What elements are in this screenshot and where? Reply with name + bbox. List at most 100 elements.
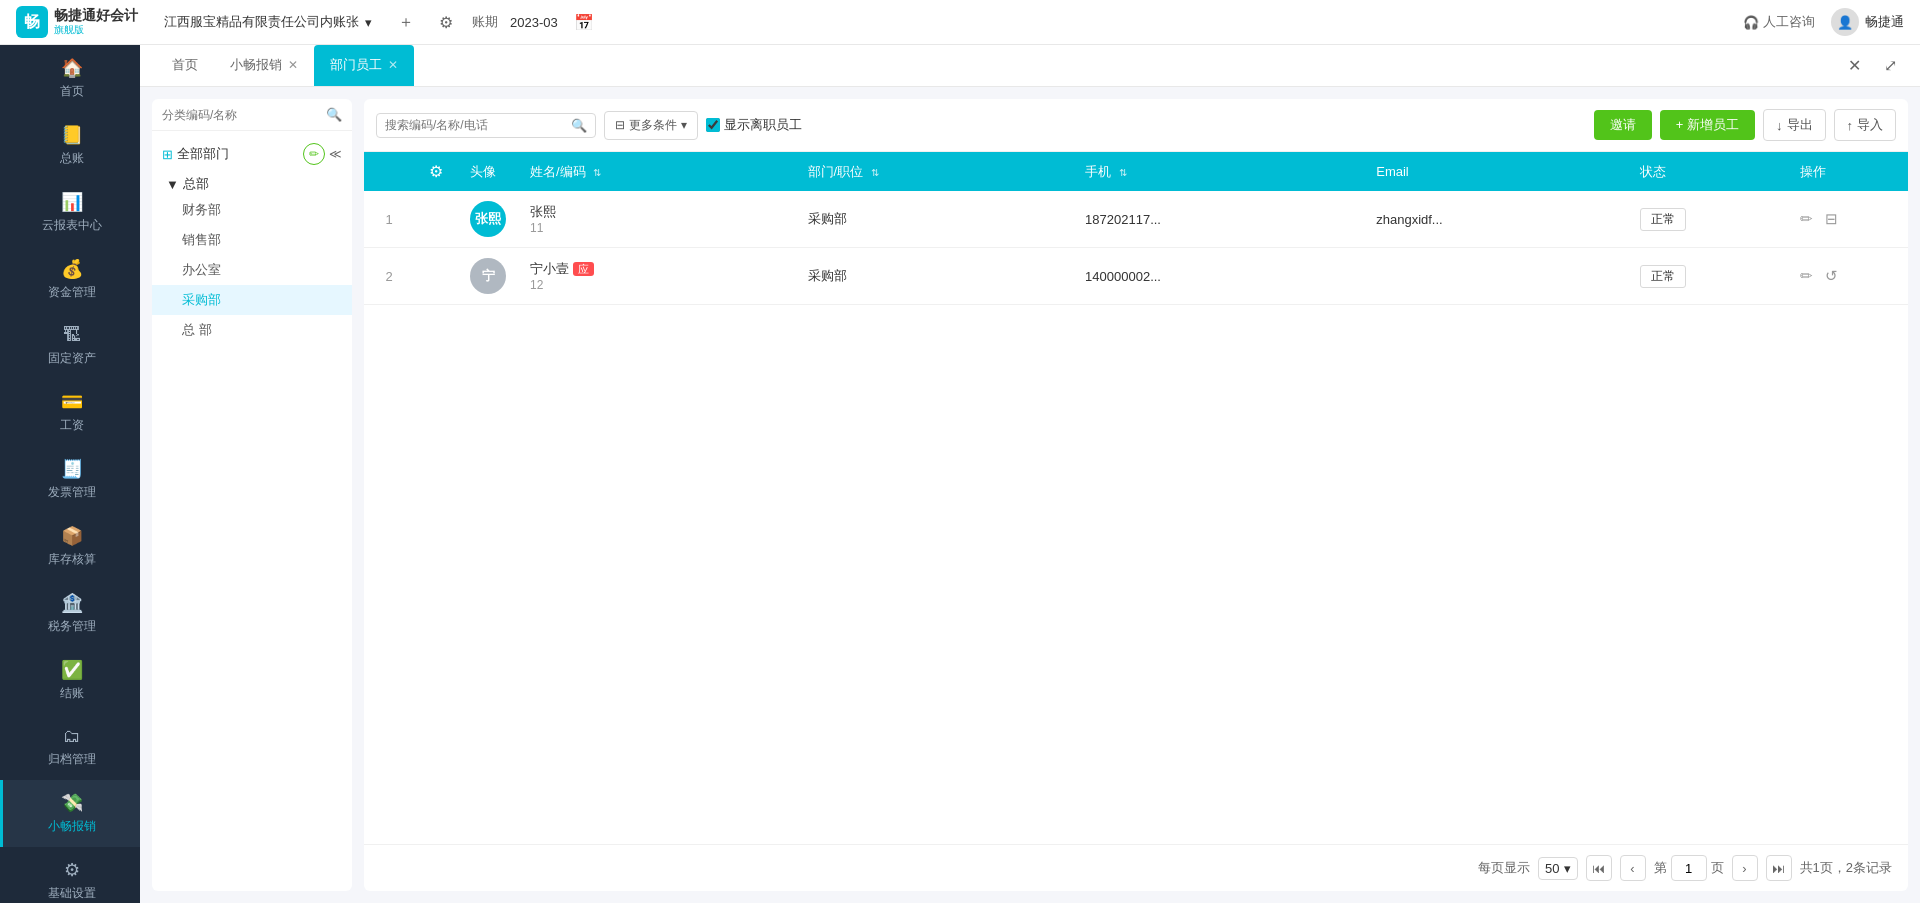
dept-caiwu[interactable]: 财务部 <box>152 195 352 225</box>
export-button[interactable]: ↓ 导出 <box>1763 109 1826 141</box>
export-label: 导出 <box>1787 116 1813 134</box>
sidebar-item-expense[interactable]: 💸 小畅报销 <box>0 780 140 847</box>
settings-button[interactable]: ⚙ <box>432 8 460 36</box>
user-area[interactable]: 👤 畅捷通 <box>1831 8 1904 36</box>
dept-zongbu-sub[interactable]: 总 部 <box>152 315 352 345</box>
page-size-select[interactable]: 50 ▾ <box>1538 857 1577 880</box>
import-button[interactable]: ↑ 导入 <box>1834 109 1897 141</box>
tab-dept[interactable]: 部门员工 ✕ <box>314 45 414 86</box>
archive-icon: 🗂 <box>63 726 81 747</box>
sidebar-item-salary[interactable]: 💳 工资 <box>0 379 140 446</box>
reports-icon: 📊 <box>61 191 83 213</box>
col-phone[interactable]: 手机 ⇅ <box>1073 152 1364 191</box>
dept-edit-button[interactable]: ✏ <box>303 143 325 165</box>
tab-dept-label: 部门员工 <box>330 56 382 74</box>
sidebar-item-reports[interactable]: 📊 云报表中心 <box>0 179 140 246</box>
company-selector[interactable]: 江西服宝精品有限责任公司内账张 ▾ <box>156 9 380 35</box>
sidebar-item-settings[interactable]: ⚙ 基础设置 <box>0 847 140 903</box>
tab-expense-close[interactable]: ✕ <box>288 58 298 72</box>
avatar: 宁 <box>470 258 506 294</box>
dept-grid-icon: ⊞ <box>162 147 173 162</box>
dept-collapse-button[interactable]: ≪ <box>329 147 342 161</box>
more-icon[interactable]: ⊟ <box>1825 210 1838 228</box>
sidebar-item-assets[interactable]: 🏗 固定资产 <box>0 313 140 379</box>
tab-expand-button[interactable]: ⤢ <box>1876 52 1904 80</box>
table-row: 2 宁 宁小壹应 12 采购部 140000002... 正常 ✏ ↺ <box>364 248 1908 305</box>
import-icon: ↑ <box>1847 118 1854 133</box>
more-icon[interactable]: ↺ <box>1825 267 1838 285</box>
sidebar-item-ledger[interactable]: 📒 总账 <box>0 112 140 179</box>
dept-all-button[interactable]: ⊞ 全部部门 ✏ ≪ <box>152 137 352 171</box>
filter-icon: ⊟ <box>615 118 625 132</box>
sidebar-item-home[interactable]: 🏠 首页 <box>0 45 140 112</box>
sidebar-item-inventory[interactable]: 📦 库存核算 <box>0 513 140 580</box>
dept-group-zongbu[interactable]: ▼ 总部 <box>152 171 352 195</box>
dept-search-icon[interactable]: 🔍 <box>326 107 342 122</box>
col-name[interactable]: 姓名/编码 ⇅ <box>518 152 796 191</box>
sort-name-icon: ⇅ <box>593 167 601 178</box>
sidebar-label-tax: 税务管理 <box>48 618 96 635</box>
edit-icon[interactable]: ✏ <box>1800 267 1813 285</box>
tab-dept-close[interactable]: ✕ <box>388 58 398 72</box>
dept-search-input[interactable] <box>162 108 320 122</box>
sidebar-label-settings: 基础设置 <box>48 885 96 902</box>
page-total: 共1页，2条记录 <box>1800 859 1892 877</box>
tab-expense[interactable]: 小畅报销 ✕ <box>214 45 314 86</box>
table-header-row: ⚙ 头像 姓名/编码 ⇅ 部门/职位 ⇅ 手机 ⇅ <box>364 152 1908 191</box>
column-config-button[interactable]: ⚙ <box>429 162 443 181</box>
employee-search-icon[interactable]: 🔍 <box>571 118 587 133</box>
show-resigned-label[interactable]: 显示离职员工 <box>706 116 802 134</box>
top-center: ＋ ⚙ 账期 2023-03 📅 <box>392 8 598 36</box>
dropdown-icon: ▾ <box>365 15 372 30</box>
status-badge: 正常 <box>1640 265 1686 288</box>
assets-icon: 🏗 <box>63 325 81 346</box>
service-button[interactable]: 🎧 人工咨询 <box>1743 13 1815 31</box>
employee-search-input[interactable] <box>385 118 565 132</box>
dept-tree: ⊞ 全部部门 ✏ ≪ ▼ 总部 财务部 销 <box>152 131 352 891</box>
col-gear[interactable]: ⚙ <box>414 152 458 191</box>
dept-panel: 🔍 ⊞ 全部部门 ✏ ≪ ▼ 总部 财 <box>152 99 352 891</box>
sidebar-label-salary: 工资 <box>60 417 84 434</box>
tab-home[interactable]: 首页 <box>156 45 214 86</box>
cell-avatar: 宁 <box>458 248 518 305</box>
sidebar-item-archive[interactable]: 🗂 归档管理 <box>0 714 140 780</box>
tab-close-all-button[interactable]: ✕ <box>1840 52 1868 80</box>
invite-button[interactable]: 邀请 <box>1594 110 1652 140</box>
sidebar-item-checkout[interactable]: ✅ 结账 <box>0 647 140 714</box>
page-number-input[interactable] <box>1671 855 1707 881</box>
tab-home-label: 首页 <box>172 56 198 74</box>
next-page-button[interactable]: › <box>1732 855 1758 881</box>
cell-status: 正常 <box>1628 248 1788 305</box>
tab-bar-actions: ✕ ⤢ <box>1840 45 1904 86</box>
edit-icon[interactable]: ✏ <box>1800 210 1813 228</box>
page-size-value: 50 <box>1545 861 1559 876</box>
expense-icon: 💸 <box>61 792 83 814</box>
sidebar-item-funds[interactable]: 💰 资金管理 <box>0 246 140 313</box>
dept-xiaoshou[interactable]: 销售部 <box>152 225 352 255</box>
prev-page-button[interactable]: ‹ <box>1620 855 1646 881</box>
sidebar: 🏠 首页 📒 总账 📊 云报表中心 💰 资金管理 🏗 固定资产 💳 工资 🧾 发… <box>0 45 140 903</box>
col-no <box>364 152 414 191</box>
first-page-button[interactable]: ⏮ <box>1586 855 1612 881</box>
cell-avatar: 张熙 <box>458 191 518 248</box>
add-button[interactable]: ＋ <box>392 8 420 36</box>
show-resigned-checkbox[interactable] <box>706 118 720 132</box>
col-dept[interactable]: 部门/职位 ⇅ <box>796 152 1074 191</box>
sidebar-item-invoice[interactable]: 🧾 发票管理 <box>0 446 140 513</box>
page-body: 🔍 ⊞ 全部部门 ✏ ≪ ▼ 总部 财 <box>140 87 1920 903</box>
dept-bangongshi[interactable]: 办公室 <box>152 255 352 285</box>
export-icon: ↓ <box>1776 118 1783 133</box>
calendar-button[interactable]: 📅 <box>570 8 598 36</box>
cell-no: 2 <box>364 248 414 305</box>
cell-action: ✏ ⊟ <box>1788 191 1908 248</box>
dept-caigou[interactable]: 采购部 <box>152 285 352 315</box>
tax-icon: 🏦 <box>61 592 83 614</box>
cell-gear <box>414 191 458 248</box>
cell-email <box>1364 248 1628 305</box>
sidebar-item-tax[interactable]: 🏦 税务管理 <box>0 580 140 647</box>
last-page-button[interactable]: ⏭ <box>1766 855 1792 881</box>
more-filter-button[interactable]: ⊟ 更多条件 ▾ <box>604 111 698 140</box>
content-area: 首页 小畅报销 ✕ 部门员工 ✕ ✕ ⤢ 🔍 <box>140 45 1920 903</box>
page-unit: 页 <box>1711 859 1724 877</box>
add-employee-button[interactable]: + 新增员工 <box>1660 110 1755 140</box>
